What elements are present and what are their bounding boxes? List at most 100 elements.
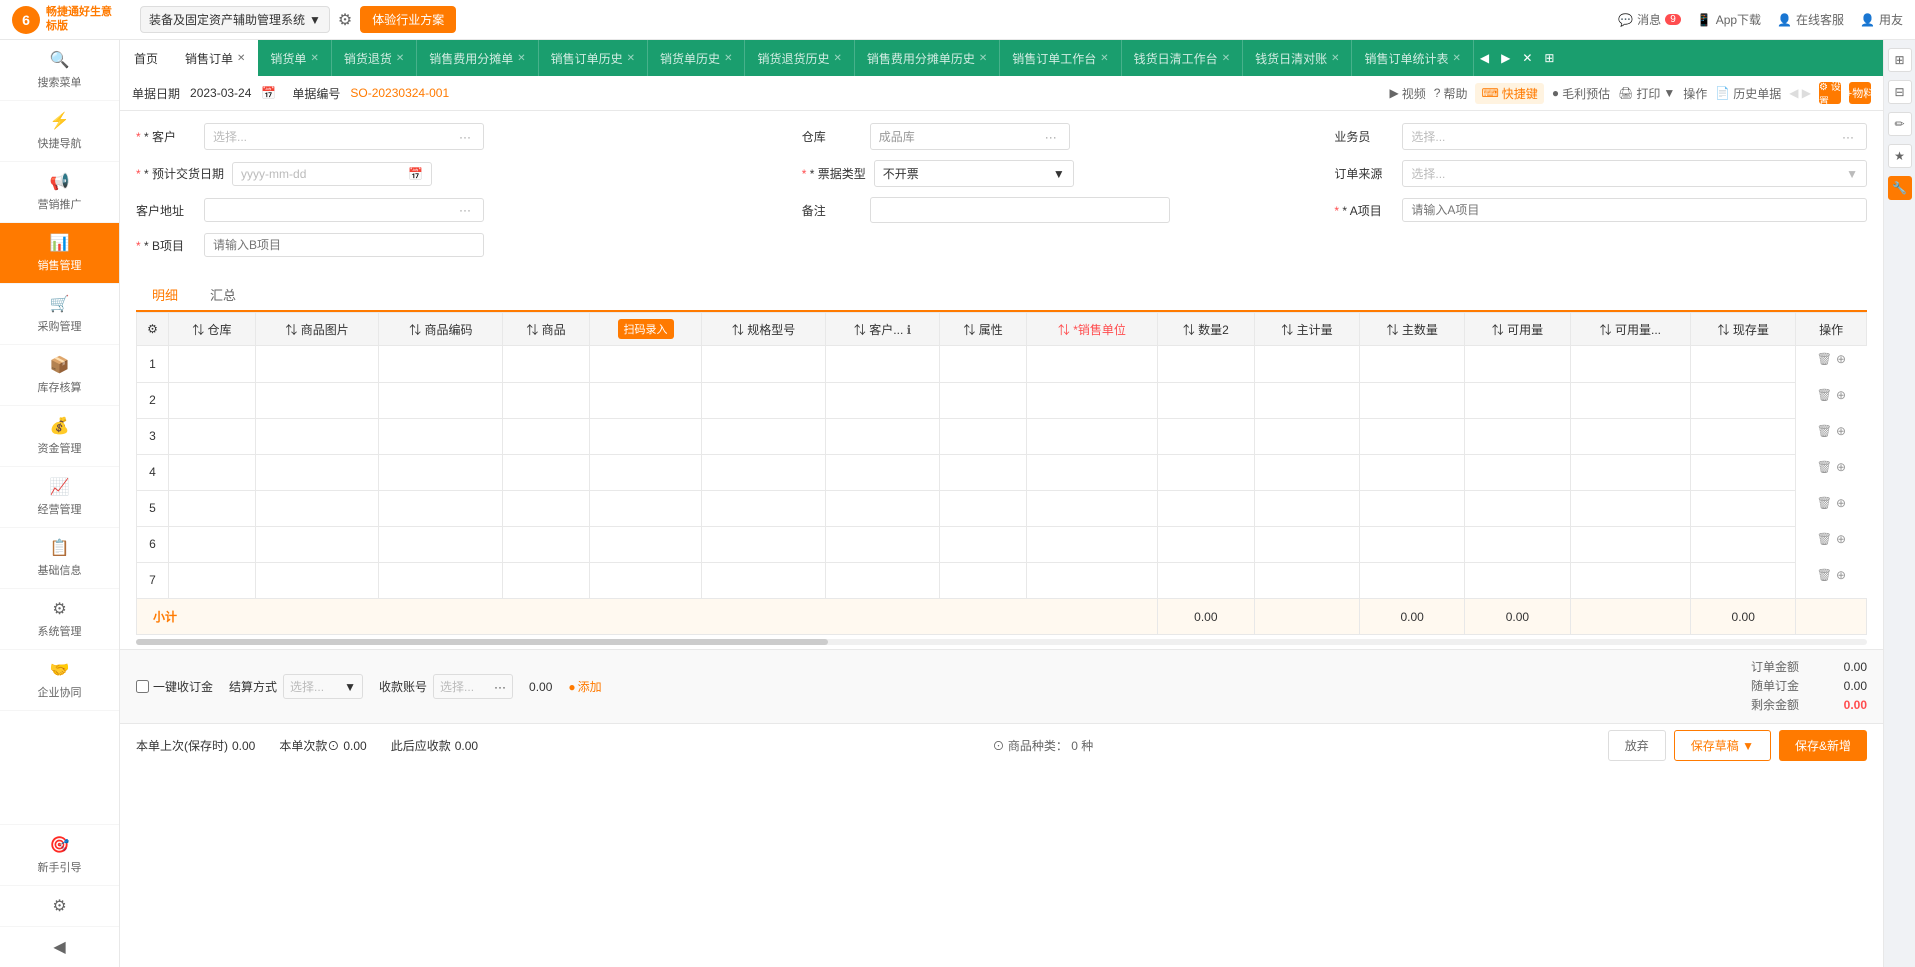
shortcuts-btn[interactable]: ⌨ 快捷键	[1475, 83, 1543, 104]
tab-order-history[interactable]: 销售订单历史 ✕	[539, 40, 648, 76]
history-btn[interactable]: 📄 历史单据	[1715, 85, 1781, 102]
tab-sales-delivery[interactable]: 销货单 ✕	[258, 40, 331, 76]
tab-daily-reconcile[interactable]: 钱货日清对账 ✕	[1243, 40, 1352, 76]
tab-close-icon[interactable]: ✕	[1453, 53, 1461, 64]
col-stock[interactable]: ⇅ 现存量	[1691, 313, 1796, 346]
calendar-icon[interactable]: 📅	[261, 86, 276, 100]
add-material-btn[interactable]: +物料	[1849, 82, 1871, 104]
profit-btn[interactable]: ● 毛利预估	[1552, 85, 1610, 102]
tab-close-all[interactable]: ✕	[1516, 51, 1538, 65]
tab-sales-return[interactable]: 销货退货 ✕	[332, 40, 417, 76]
tab-return-history[interactable]: 销货退货历史 ✕	[745, 40, 854, 76]
one-click-checkbox[interactable]	[136, 680, 149, 693]
settings-icon[interactable]: ⚙	[338, 10, 352, 30]
warehouse-ellipsis[interactable]: ···	[1041, 130, 1061, 144]
sidebar-item-collaboration[interactable]: 🤝 企业协同	[0, 650, 119, 711]
sidebar-item-purchase[interactable]: 🛒 采购管理	[0, 284, 119, 345]
settle-select[interactable]: 选择... ▼	[283, 674, 363, 699]
tab-close-icon[interactable]: ✕	[517, 53, 525, 64]
help-btn[interactable]: ? 帮助	[1434, 85, 1468, 102]
tab-expense-history[interactable]: 销售费用分摊单历史 ✕	[855, 40, 1000, 76]
scroll-track[interactable]	[120, 635, 1883, 649]
sidebar-item-guide[interactable]: 🎯 新手引导	[0, 824, 119, 885]
notification-btn[interactable]: 💬 消息 9	[1618, 11, 1681, 28]
tab-daily-workbench[interactable]: 钱货日清工作台 ✕	[1122, 40, 1243, 76]
row-delete-icon[interactable]: 🗑	[1817, 424, 1832, 448]
account-select[interactable]: 选择... ···	[433, 674, 513, 699]
user-btn[interactable]: 👤 用友	[1860, 11, 1903, 28]
address-ellipsis[interactable]: ···	[455, 203, 475, 217]
note-input[interactable]	[870, 197, 1170, 223]
date-icon[interactable]: 📅	[408, 167, 423, 181]
tab-close-icon[interactable]: ✕	[237, 53, 245, 64]
row-copy-icon[interactable]: ⊕	[1836, 496, 1846, 520]
col-attribute[interactable]: ⇅ 属性	[940, 313, 1027, 346]
col-settings[interactable]: ⚙	[137, 313, 169, 346]
add-btn[interactable]: ● 添加	[568, 678, 601, 695]
system-selector[interactable]: 装备及固定资产辅助管理系统 ▼	[140, 6, 330, 33]
row-delete-icon[interactable]: 🗑	[1817, 352, 1832, 376]
scan-btn[interactable]: 扫码录入	[618, 319, 674, 339]
row-copy-icon[interactable]: ⊕	[1836, 424, 1846, 448]
col-main-unit[interactable]: ⇅ 主计量	[1254, 313, 1359, 346]
sidebar-settings-btn[interactable]: ⚙	[0, 885, 119, 926]
warehouse-input[interactable]: 成品库 ···	[870, 123, 1070, 150]
delivery-input[interactable]: yyyy-mm-dd 📅	[232, 162, 432, 186]
col-product[interactable]: ⇅ 商品	[503, 313, 590, 346]
draft-chevron[interactable]: ▼	[1742, 739, 1754, 753]
tab-sales-order[interactable]: 销售订单 ✕	[173, 40, 258, 76]
app-download-btn[interactable]: 📱 App下载	[1697, 11, 1761, 28]
col-warehouse[interactable]: ⇅ 仓库	[169, 313, 256, 346]
tab-close-icon[interactable]: ✕	[1222, 53, 1230, 64]
sidebar-item-inventory[interactable]: 📦 库存核算	[0, 345, 119, 406]
right-panel-btn-1[interactable]: ⊞	[1888, 48, 1912, 72]
col-customer-code[interactable]: ⇅ 客户... ℹ	[825, 313, 939, 346]
right-panel-btn-2[interactable]: ⊟	[1888, 80, 1912, 104]
row-copy-icon[interactable]: ⊕	[1836, 568, 1846, 592]
tab-statistics[interactable]: 销售订单统计表 ✕	[1352, 40, 1473, 76]
col-scan[interactable]: 扫码录入	[589, 313, 701, 346]
tab-close-icon[interactable]: ✕	[979, 53, 987, 64]
col-available[interactable]: ⇅ 可用量	[1465, 313, 1570, 346]
salesperson-ellipsis[interactable]: ···	[1838, 130, 1858, 144]
tab-sales-expense[interactable]: 销售费用分摊单 ✕	[417, 40, 538, 76]
sidebar-item-management[interactable]: 📈 经营管理	[0, 467, 119, 528]
col-unit[interactable]: ⇅ *销售单位	[1026, 313, 1157, 346]
b-project-input[interactable]	[204, 233, 484, 257]
col-main-qty[interactable]: ⇅ 主数量	[1360, 313, 1465, 346]
tab-next[interactable]: ▶	[1495, 51, 1516, 65]
account-ellipsis[interactable]: ···	[494, 680, 506, 694]
col-qty2[interactable]: ⇅ 数量2	[1157, 313, 1254, 346]
one-click-field[interactable]: 一键收订金	[136, 678, 213, 695]
sidebar-item-finance[interactable]: 💰 资金管理	[0, 406, 119, 467]
sidebar-item-nav[interactable]: ⚡ 快捷导航	[0, 101, 119, 162]
sidebar-item-marketing[interactable]: 📢 营销推广	[0, 162, 119, 223]
col-spec[interactable]: ⇅ 规格型号	[702, 313, 826, 346]
tab-home[interactable]: 首页	[120, 40, 173, 76]
right-panel-btn-3[interactable]: ✏	[1888, 112, 1912, 136]
invoice-select[interactable]: 不开票 ▼	[874, 160, 1074, 187]
save-new-btn[interactable]: 保存&新增	[1779, 730, 1867, 761]
customer-input[interactable]: 选择... ···	[204, 123, 484, 150]
tab-summary[interactable]: 汇总	[194, 279, 252, 310]
row-copy-icon[interactable]: ⊕	[1836, 532, 1846, 556]
address-input[interactable]: ···	[204, 198, 484, 222]
col-product-img[interactable]: ⇅ 商品图片	[255, 313, 379, 346]
sidebar-item-basic[interactable]: 📋 基础信息	[0, 528, 119, 589]
salesperson-input[interactable]: 选择... ···	[1402, 123, 1867, 150]
row-delete-icon[interactable]: 🗑	[1817, 496, 1832, 520]
row-copy-icon[interactable]: ⊕	[1836, 460, 1846, 484]
right-panel-btn-5[interactable]: 🔧	[1888, 176, 1912, 200]
row-copy-icon[interactable]: ⊕	[1836, 352, 1846, 376]
tab-close-icon[interactable]: ✕	[833, 53, 841, 64]
tab-more[interactable]: ⊞	[1538, 51, 1560, 65]
sidebar-item-system[interactable]: ⚙ 系统管理	[0, 589, 119, 650]
tab-close-icon[interactable]: ✕	[724, 53, 732, 64]
order-source-input[interactable]: 选择... ▼	[1402, 160, 1867, 187]
view-btn[interactable]: ▶ 视频	[1390, 85, 1426, 102]
row-delete-icon[interactable]: 🗑	[1817, 532, 1832, 556]
industry-btn[interactable]: 体验行业方案	[360, 6, 456, 33]
save-draft-btn[interactable]: 保存草稿 ▼	[1674, 730, 1771, 761]
col-product-code[interactable]: ⇅ 商品编码	[379, 313, 503, 346]
sidebar-collapse-btn[interactable]: ◀	[0, 926, 119, 967]
